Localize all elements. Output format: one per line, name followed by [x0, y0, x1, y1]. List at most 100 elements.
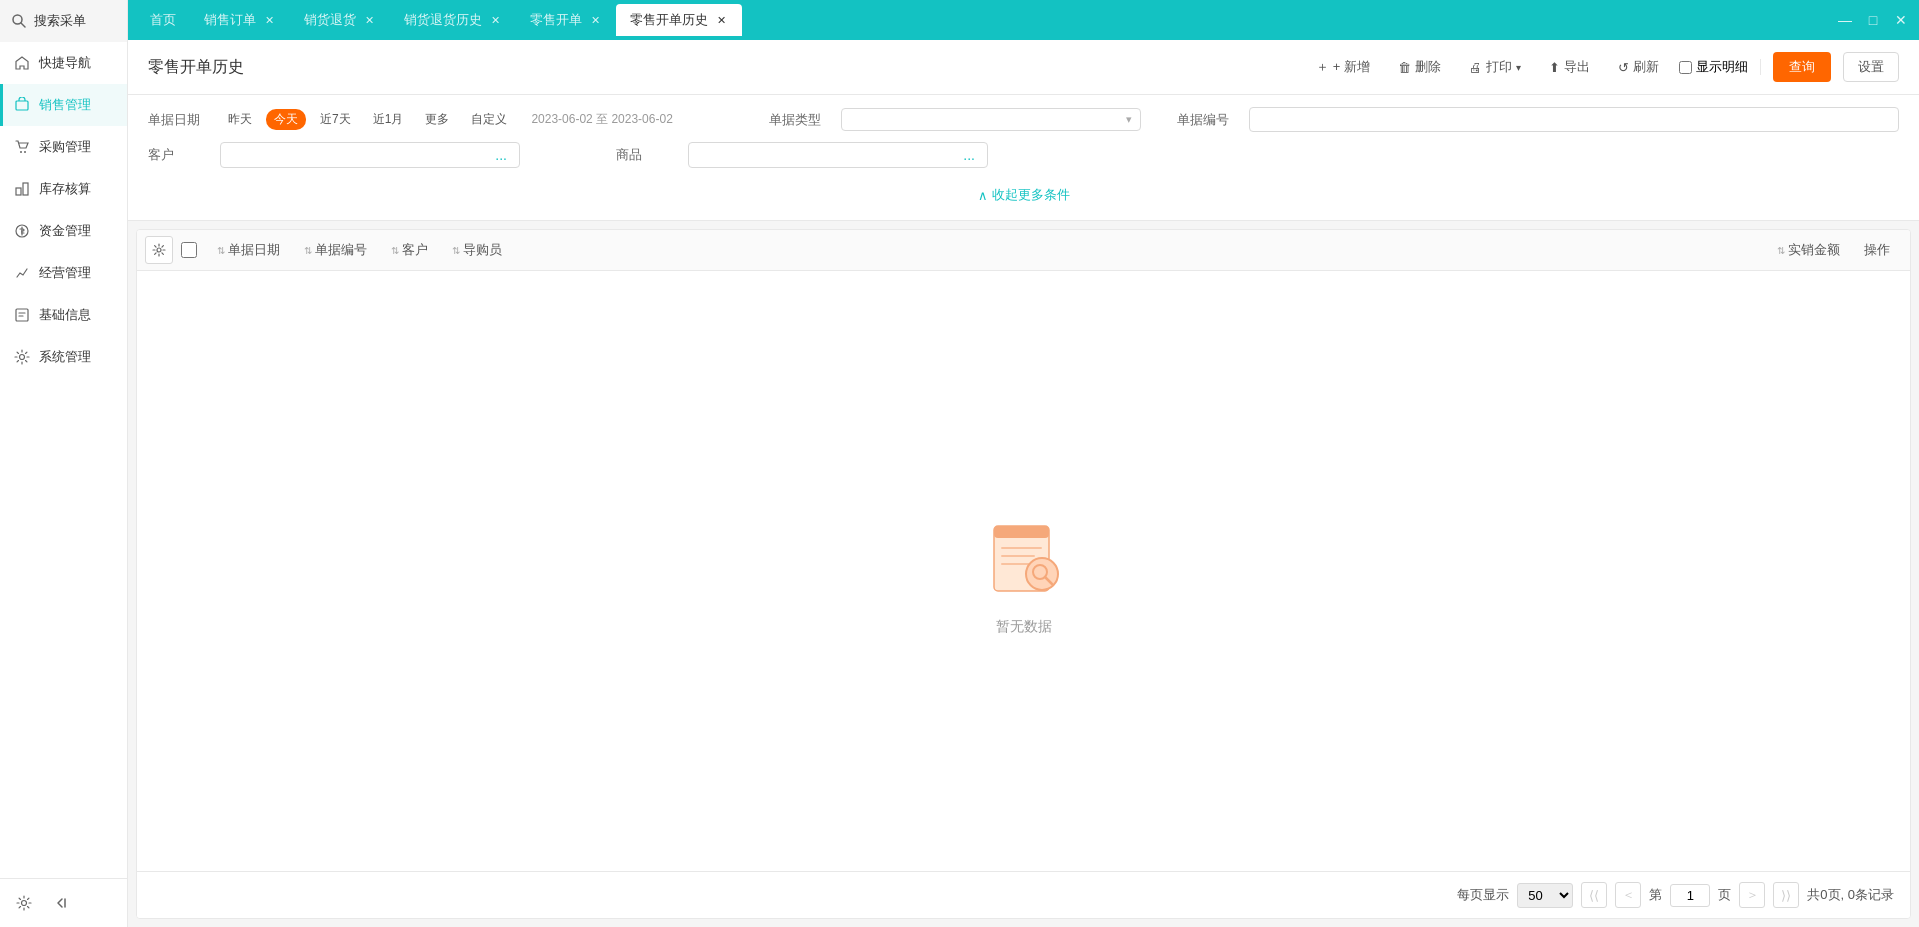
minimize-btn[interactable]: — — [1835, 10, 1855, 30]
date-last7-btn[interactable]: 近7天 — [312, 109, 359, 130]
select-all-checkbox[interactable] — [181, 242, 197, 258]
page-header: 零售开单历史 ＋ + 新增 🗑 删除 🖨 打印 ▾ ⬆ 导出 — [128, 40, 1919, 95]
tab-retail-open-close[interactable]: ✕ — [588, 13, 602, 27]
svg-rect-2 — [16, 101, 28, 110]
bill-type-arrow: ▾ — [1126, 113, 1132, 126]
search-icon — [10, 12, 28, 30]
table-settings-btn[interactable] — [145, 236, 173, 264]
bill-type-label: 单据类型 — [769, 111, 825, 129]
sort-icon-customer[interactable]: ⇅ — [391, 245, 399, 256]
settings-bottom-btn[interactable] — [10, 889, 38, 917]
print-icon: 🖨 — [1469, 60, 1482, 75]
maximize-btn[interactable]: □ — [1863, 10, 1883, 30]
tab-retail-open[interactable]: 零售开单 ✕ — [516, 4, 616, 36]
sidebar-item-finance[interactable]: 资金管理 — [0, 210, 127, 252]
date-today-btn[interactable]: 今天 — [266, 109, 306, 130]
pagination: 每页显示 50 10 20 100 ⟨⟨ ＜ 第 页 ＞ ⟩⟩ 共0页, 0条记… — [137, 871, 1910, 918]
delete-label: 删除 — [1415, 58, 1441, 76]
page-title: 零售开单历史 — [148, 57, 244, 78]
tab-sales-return-close[interactable]: ✕ — [362, 13, 376, 27]
settings-button[interactable]: 设置 — [1843, 52, 1899, 82]
refresh-icon: ↺ — [1618, 60, 1629, 75]
sort-icon-guide[interactable]: ⇅ — [452, 245, 460, 256]
sidebar-item-label: 经营管理 — [39, 264, 91, 282]
date-more-btn[interactable]: 更多 — [417, 109, 457, 130]
refresh-button[interactable]: ↺ 刷新 — [1610, 54, 1667, 80]
product-select[interactable]: ... — [688, 142, 988, 168]
svg-rect-14 — [994, 526, 1049, 538]
tab-sales-return-history[interactable]: 销货退货历史 ✕ — [390, 4, 516, 36]
product-ellipsis[interactable]: ... — [959, 147, 979, 163]
tab-retail-open-history-close[interactable]: ✕ — [714, 13, 728, 27]
sidebar-item-system[interactable]: 系统管理 — [0, 336, 127, 378]
bill-no-input[interactable] — [1249, 107, 1899, 132]
add-icon: ＋ — [1316, 58, 1329, 76]
sidebar-item-label: 基础信息 — [39, 306, 91, 324]
print-label: 打印 — [1486, 58, 1512, 76]
basic-icon — [13, 306, 31, 324]
sort-icon-amount[interactable]: ⇅ — [1777, 245, 1785, 256]
delete-button[interactable]: 🗑 删除 — [1390, 54, 1449, 80]
prev-page-btn[interactable]: ＜ — [1615, 882, 1641, 908]
filter-row-customer: 客户 ... 商品 ... — [148, 142, 1899, 168]
add-button[interactable]: ＋ + 新增 — [1308, 54, 1378, 80]
tab-sales-return[interactable]: 销货退货 ✕ — [290, 4, 390, 36]
query-button[interactable]: 查询 — [1773, 52, 1831, 82]
date-yesterday-btn[interactable]: 昨天 — [220, 109, 260, 130]
tab-home-label: 首页 — [150, 11, 176, 29]
first-page-btn[interactable]: ⟨⟨ — [1581, 882, 1607, 908]
delete-icon: 🗑 — [1398, 60, 1411, 75]
customer-select[interactable]: ... — [220, 142, 520, 168]
next-page-btn[interactable]: ＞ — [1739, 882, 1765, 908]
customer-ellipsis[interactable]: ... — [491, 147, 511, 163]
page-size-select[interactable]: 50 10 20 100 — [1517, 883, 1573, 908]
collapse-row: ∧ 收起更多条件 — [148, 178, 1899, 212]
last-page-btn[interactable]: ⟩⟩ — [1773, 882, 1799, 908]
sidebar-item-label: 快捷导航 — [39, 54, 91, 72]
date-range-display: 2023-06-02 至 2023-06-02 — [531, 111, 672, 128]
sidebar-item-sales-mgmt[interactable]: 销售管理 — [0, 84, 127, 126]
svg-rect-6 — [23, 183, 28, 195]
print-button[interactable]: 🖨 打印 ▾ — [1461, 54, 1529, 80]
table-body: 暂无数据 — [137, 271, 1910, 871]
sidebar-item-purchase-mgmt[interactable]: 采购管理 — [0, 126, 127, 168]
page-input[interactable] — [1670, 884, 1710, 907]
date-filter-label: 单据日期 — [148, 111, 204, 129]
sales-icon — [13, 96, 31, 114]
bill-type-select[interactable]: ▾ — [841, 108, 1141, 131]
svg-point-9 — [20, 355, 25, 360]
collapse-sidebar-btn[interactable] — [46, 889, 74, 917]
sort-icon-date[interactable]: ⇅ — [217, 245, 225, 256]
main: 首页 销售订单 ✕ 销货退货 ✕ 销货退货历史 ✕ 零售开单 ✕ 零售开单历史 … — [128, 0, 1919, 927]
export-button[interactable]: ⬆ 导出 — [1541, 54, 1598, 80]
sidebar-item-basic-info[interactable]: 基础信息 — [0, 294, 127, 336]
tab-sales-order-close[interactable]: ✕ — [262, 13, 276, 27]
toolbar: ＋ + 新增 🗑 删除 🖨 打印 ▾ ⬆ 导出 ↺ — [1308, 52, 1899, 82]
display-detail-toggle[interactable]: 显示明细 — [1679, 58, 1748, 76]
svg-point-12 — [157, 248, 161, 252]
sidebar-search[interactable]: 搜索采单 — [0, 0, 127, 42]
sidebar-item-operations[interactable]: 经营管理 — [0, 252, 127, 294]
sort-icon-no[interactable]: ⇅ — [304, 245, 312, 256]
tab-sales-order-label: 销售订单 — [204, 11, 256, 29]
sidebar-item-quick-nav[interactable]: 快捷导航 — [0, 42, 127, 84]
purchase-icon — [13, 138, 31, 156]
collapse-filter-btn[interactable]: ∧ 收起更多条件 — [966, 182, 1082, 208]
table-col-no: ⇅ 单据编号 — [292, 241, 379, 259]
sidebar-item-label: 资金管理 — [39, 222, 91, 240]
sidebar-item-inventory[interactable]: 库存核算 — [0, 168, 127, 210]
date-last-month-btn[interactable]: 近1月 — [365, 109, 412, 130]
filter-dates: 昨天 今天 近7天 近1月 更多 自定义 — [220, 109, 515, 130]
table-col-guide: ⇅ 导购员 — [440, 241, 514, 259]
refresh-label: 刷新 — [1633, 58, 1659, 76]
tab-sales-return-history-close[interactable]: ✕ — [488, 13, 502, 27]
customer-label: 客户 — [148, 146, 204, 164]
tab-home[interactable]: 首页 — [136, 4, 190, 36]
table-col-action: 操作 — [1852, 241, 1902, 259]
tab-sales-order[interactable]: 销售订单 ✕ — [190, 4, 290, 36]
tab-retail-open-history[interactable]: 零售开单历史 ✕ — [616, 4, 742, 36]
display-detail-checkbox[interactable] — [1679, 61, 1692, 74]
close-btn[interactable]: ✕ — [1891, 10, 1911, 30]
date-custom-btn[interactable]: 自定义 — [463, 109, 515, 130]
svg-point-18 — [1026, 558, 1058, 590]
